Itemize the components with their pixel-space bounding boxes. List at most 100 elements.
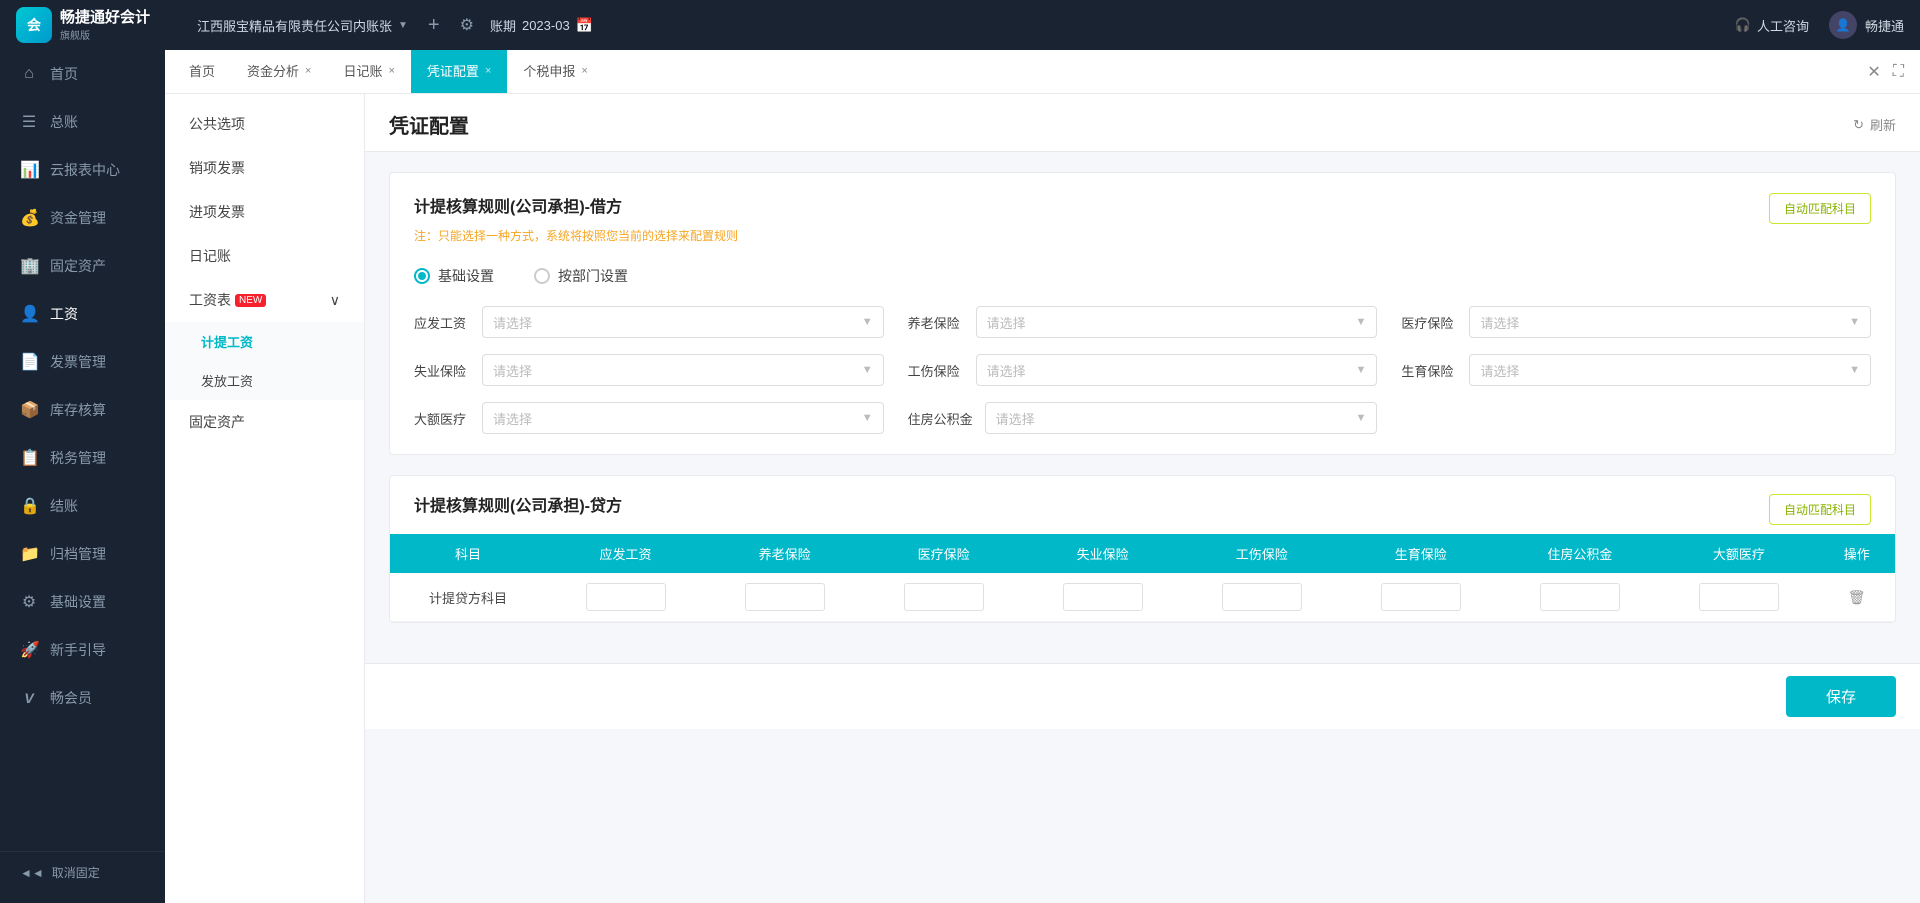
input-salary[interactable] <box>586 583 666 611</box>
company-selector[interactable]: 江西服宝精品有限责任公司内账张 ▼ <box>197 16 408 35</box>
refresh-label: 刷新 <box>1870 115 1896 134</box>
td-injury-input[interactable] <box>1182 573 1341 622</box>
debit-section-title: 计提核算规则(公司承担)-借方 <box>414 193 738 217</box>
tax-icon: 📋 <box>20 448 38 468</box>
cancel-fixed-button[interactable]: ◄◄ 取消固定 <box>0 851 165 893</box>
menu-item-sales[interactable]: 销项发票 <box>165 146 364 190</box>
menu-item-pay-salary[interactable]: 发放工资 <box>165 361 364 400</box>
credit-section: 计提核算规则(公司承担)-贷方 自动匹配科目 科目 应发工资 养老保险 <box>389 475 1896 623</box>
input-housing[interactable] <box>1540 583 1620 611</box>
radio-basic[interactable]: 基础设置 <box>414 266 494 286</box>
td-medical-input[interactable] <box>864 573 1023 622</box>
calendar-icon[interactable]: 📅 <box>576 17 593 34</box>
left-menu: 公共选项 销项发票 进项发票 日记账 工资表 NEW ∨ 计提工资 发放工资 固… <box>165 94 365 903</box>
tab-close-voucher[interactable]: × <box>485 65 491 77</box>
sidebar-item-tax[interactable]: 📋 税务管理 <box>0 434 165 482</box>
refresh-button[interactable]: ↻ 刷新 <box>1853 115 1896 134</box>
save-area: 保存 <box>365 663 1920 729</box>
sidebar-label-assets: 固定资产 <box>50 256 106 276</box>
sidebar-item-inventory[interactable]: 📦 库存核算 <box>0 386 165 434</box>
sidebar-item-home[interactable]: ⌂ 首页 <box>0 50 165 98</box>
td-salary-input[interactable] <box>546 573 705 622</box>
select-unemployment[interactable]: 请选择 ▼ <box>482 354 884 386</box>
form-row-medical: 医疗保险 请选择 ▼ <box>1401 306 1871 338</box>
period-area: 账期 2023-03 📅 <box>490 16 593 35</box>
tab-capital[interactable]: 资金分析 × <box>231 50 327 93</box>
input-medical[interactable] <box>904 583 984 611</box>
td-pension-input[interactable] <box>705 573 864 622</box>
sidebar-item-archive[interactable]: 📁 归档管理 <box>0 530 165 578</box>
input-maternity[interactable] <box>1381 583 1461 611</box>
select-large-medical[interactable]: 请选择 ▼ <box>482 402 884 434</box>
delete-row-button[interactable]: 🗑 <box>1848 589 1866 605</box>
sidebar-label-reports: 云报表中心 <box>50 160 120 180</box>
form-row-salary: 应发工资 请选择 ▼ <box>414 306 884 338</box>
tab-maximize-icon[interactable]: ⛶ <box>1893 63 1904 81</box>
radio-department[interactable]: 按部门设置 <box>534 266 628 286</box>
tab-close-tax[interactable]: × <box>581 65 587 77</box>
tab-voucher[interactable]: 凭证配置 × <box>411 50 507 93</box>
menu-item-journal[interactable]: 日记账 <box>165 234 364 278</box>
sidebar-item-capital[interactable]: 💰 资金管理 <box>0 194 165 242</box>
th-maternity: 生育保险 <box>1341 534 1500 573</box>
add-button[interactable]: + <box>424 10 444 41</box>
select-maternity[interactable]: 请选择 ▼ <box>1469 354 1871 386</box>
sidebar-item-payroll[interactable]: 👤 工资 <box>0 290 165 338</box>
sidebar-item-reports[interactable]: 📊 云报表中心 <box>0 146 165 194</box>
headset-icon: 🎧 <box>1735 17 1751 33</box>
logo-icon: 会 <box>16 7 52 43</box>
sidebar-label-ledger: 总账 <box>50 112 78 132</box>
th-injury: 工伤保险 <box>1182 534 1341 573</box>
input-pension[interactable] <box>745 583 825 611</box>
select-injury[interactable]: 请选择 ▼ <box>976 354 1378 386</box>
sidebar-item-ledger[interactable]: ☰ 总账 <box>0 98 165 146</box>
sidebar-item-guide[interactable]: 🚀 新手引导 <box>0 626 165 674</box>
content-body: 计提核算规则(公司承担)-借方 注：只能选择一种方式，系统将按照您当前的选择来配… <box>365 152 1920 663</box>
sidebar-item-member[interactable]: V 畅会员 <box>0 674 165 722</box>
menu-item-purchase[interactable]: 进项发票 <box>165 190 364 234</box>
tab-journal[interactable]: 日记账 × <box>327 50 410 93</box>
table-body: 计提贷方科目 <box>390 573 1895 622</box>
tab-close-capital[interactable]: × <box>305 65 311 77</box>
label-medical: 医疗保险 <box>1401 313 1457 332</box>
tab-tax[interactable]: 个税申报 × <box>507 50 603 93</box>
td-housing-input[interactable] <box>1500 573 1659 622</box>
select-medical[interactable]: 请选择 ▼ <box>1469 306 1871 338</box>
gear-icon[interactable]: ⚙ <box>460 15 474 35</box>
td-maternity-input[interactable] <box>1341 573 1500 622</box>
label-injury: 工伤保险 <box>908 361 964 380</box>
debit-section-note: 注：只能选择一种方式，系统将按照您当前的选择来配置规则 <box>414 227 738 244</box>
select-housing-arrow: ▼ <box>1355 412 1366 424</box>
credit-auto-match-button[interactable]: 自动匹配科目 <box>1769 494 1871 525</box>
sidebar-item-close[interactable]: 🔒 结账 <box>0 482 165 530</box>
input-unemployment[interactable] <box>1063 583 1143 611</box>
select-unemployment-arrow: ▼ <box>862 364 873 376</box>
tab-close-journal[interactable]: × <box>388 65 394 77</box>
radio-group: 基础设置 按部门设置 <box>414 266 1871 286</box>
select-pension[interactable]: 请选择 ▼ <box>976 306 1378 338</box>
tab-home[interactable]: 首页 <box>173 50 231 93</box>
sidebar-label-guide: 新手引导 <box>50 640 106 660</box>
input-injury[interactable] <box>1222 583 1302 611</box>
debit-auto-match-button[interactable]: 自动匹配科目 <box>1769 193 1871 224</box>
menu-item-salary-table[interactable]: 工资表 NEW ∨ <box>165 278 364 322</box>
td-large-medical-input[interactable] <box>1659 573 1818 622</box>
consultant-button[interactable]: 🎧 人工咨询 <box>1735 16 1809 35</box>
sidebar-item-invoice[interactable]: 📄 发票管理 <box>0 338 165 386</box>
menu-item-fixed-assets[interactable]: 固定资产 <box>165 400 364 444</box>
select-salary[interactable]: 请选择 ▼ <box>482 306 884 338</box>
sidebar-item-assets[interactable]: 🏢 固定资产 <box>0 242 165 290</box>
menu-item-public[interactable]: 公共选项 <box>165 102 364 146</box>
label-maternity: 生育保险 <box>1401 361 1457 380</box>
tab-close-all-icon[interactable]: ✕ <box>1867 62 1880 82</box>
input-large-medical[interactable] <box>1699 583 1779 611</box>
sidebar-item-settings[interactable]: ⚙ 基础设置 <box>0 578 165 626</box>
menu-item-calc-salary[interactable]: 计提工资 <box>165 322 364 361</box>
th-large-medical: 大额医疗 <box>1659 534 1818 573</box>
cancel-fixed-label: 取消固定 <box>52 864 100 881</box>
top-bar: 会 畅捷通好会计 旗舰版 江西服宝精品有限责任公司内账张 ▼ + ⚙ 账期 20… <box>0 0 1920 50</box>
td-unemployment-input[interactable] <box>1023 573 1182 622</box>
th-housing: 住房公积金 <box>1500 534 1659 573</box>
save-button[interactable]: 保存 <box>1786 676 1896 717</box>
select-housing[interactable]: 请选择 ▼ <box>985 402 1378 434</box>
